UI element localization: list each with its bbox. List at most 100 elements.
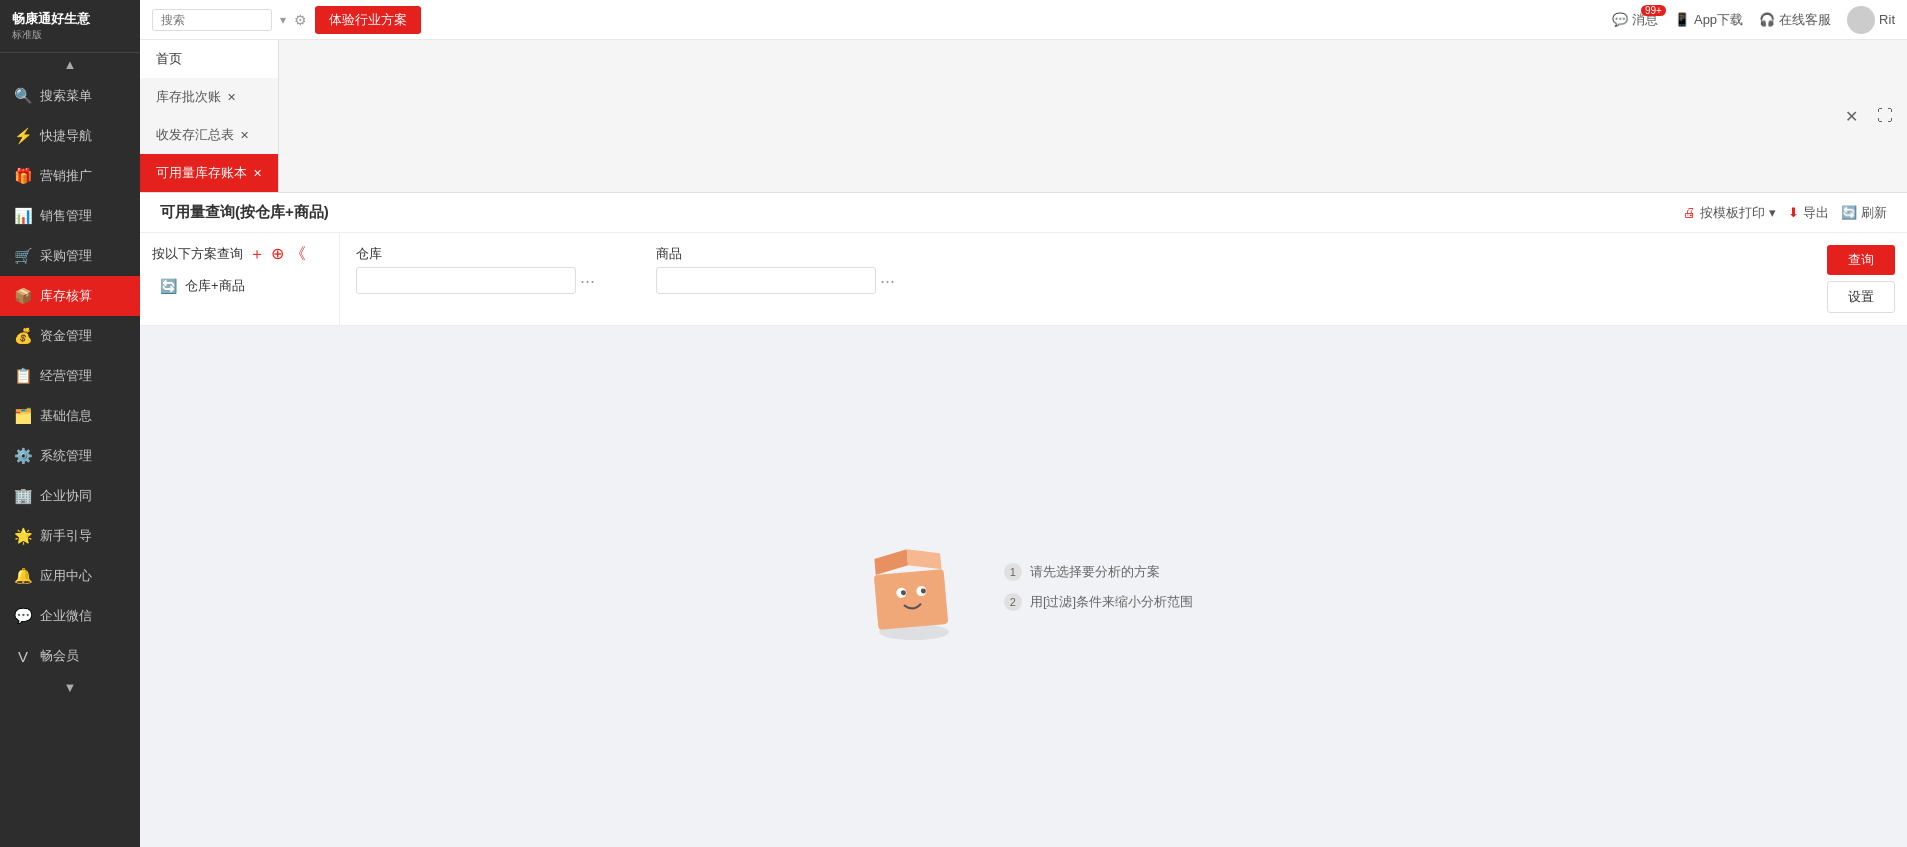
app-download-label: App下载 bbox=[1694, 11, 1743, 29]
goods-more-btn[interactable]: ··· bbox=[880, 272, 895, 290]
add-scheme-btn[interactable]: ＋ bbox=[249, 246, 265, 262]
user-avatar-area[interactable]: Rit bbox=[1847, 6, 1895, 34]
page-title: 可用量查询(按仓库+商品) bbox=[160, 203, 329, 222]
filter-actions: 查询 设置 bbox=[1815, 233, 1907, 325]
tab-available_ledger[interactable]: 可用量库存账本 ✕ bbox=[140, 154, 279, 192]
tab-close-batch_ledger[interactable]: ✕ bbox=[227, 91, 236, 104]
sidebar-item-system[interactable]: ⚙️ 系统管理 bbox=[0, 436, 140, 476]
sidebar-label-basic: 基础信息 bbox=[40, 407, 92, 425]
export-icon: ⬇ bbox=[1788, 205, 1799, 220]
topbar-search-input[interactable] bbox=[152, 9, 272, 31]
sidebar-label-purchase: 采购管理 bbox=[40, 247, 92, 265]
query-btn[interactable]: 查询 bbox=[1827, 245, 1895, 275]
tab-batch_ledger[interactable]: 库存批次账 ✕ bbox=[140, 78, 279, 116]
sidebar-item-inventory[interactable]: 📦 库存核算 bbox=[0, 276, 140, 316]
settings-btn[interactable]: 设置 bbox=[1827, 281, 1895, 313]
sidebar-item-marketing[interactable]: 🎁 营销推广 bbox=[0, 156, 140, 196]
empty-state: 1 请先选择要分析的方案 2 用[过滤]条件来缩小分析范围 bbox=[140, 326, 1907, 847]
sidebar-label-sales: 销售管理 bbox=[40, 207, 92, 225]
phone-icon: 📱 bbox=[1674, 12, 1690, 27]
tab-label-batch_ledger: 库存批次账 bbox=[156, 88, 221, 106]
tab-close-available_ledger[interactable]: ✕ bbox=[253, 167, 262, 180]
sidebar-label-wxwork: 企业微信 bbox=[40, 607, 92, 625]
sidebar-item-basic[interactable]: 🗂️ 基础信息 bbox=[0, 396, 140, 436]
sidebar-item-purchase[interactable]: 🛒 采购管理 bbox=[0, 236, 140, 276]
sidebar-icon-search: 🔍 bbox=[14, 87, 32, 105]
print-label: 按模板打印 bbox=[1700, 204, 1765, 222]
goods-input-row: ··· bbox=[656, 267, 936, 294]
close-tab-btn[interactable]: ✕ bbox=[1837, 102, 1865, 130]
goods-label: 商品 bbox=[656, 245, 936, 263]
expand-tab-btn[interactable]: ⛶ bbox=[1871, 102, 1899, 130]
app-download-btn[interactable]: 📱 App下载 bbox=[1674, 11, 1743, 29]
sidebar-item-search[interactable]: 🔍 搜索菜单 bbox=[0, 76, 140, 116]
tabs-right-actions: ✕ ⛶ bbox=[1837, 102, 1907, 130]
goods-input[interactable] bbox=[656, 267, 876, 294]
hint-text-1: 请先选择要分析的方案 bbox=[1030, 563, 1160, 581]
filter-scheme-panel: 按以下方案查询 ＋ ⊕ 《 🔄 仓库+商品 bbox=[140, 233, 340, 325]
warehouse-filter-group: 仓库 ··· bbox=[356, 245, 636, 294]
filter-scheme-label: 按以下方案查询 bbox=[152, 245, 243, 263]
tab-home[interactable]: 首页 bbox=[140, 40, 279, 78]
sidebar: 畅康通好生意 标准版 ▲ 🔍 搜索菜单 ⚡ 快捷导航 🎁 营销推广 📊 销售管理… bbox=[0, 0, 140, 847]
collapse-scheme-btn[interactable]: 《 bbox=[290, 246, 306, 262]
filter-area: 按以下方案查询 ＋ ⊕ 《 🔄 仓库+商品 仓库 ··· bbox=[140, 233, 1907, 326]
empty-hints: 1 请先选择要分析的方案 2 用[过滤]条件来缩小分析范围 bbox=[1004, 563, 1193, 611]
refresh-btn[interactable]: 🔄 刷新 bbox=[1841, 204, 1887, 222]
sidebar-item-sales[interactable]: 📊 销售管理 bbox=[0, 196, 140, 236]
export-btn[interactable]: ⬇ 导出 bbox=[1788, 204, 1829, 222]
sidebar-icon-marketing: 🎁 bbox=[14, 167, 32, 185]
export-label: 导出 bbox=[1803, 204, 1829, 222]
sidebar-item-newbie[interactable]: 🌟 新手引导 bbox=[0, 516, 140, 556]
tab-close-receive_summary[interactable]: ✕ bbox=[240, 129, 249, 142]
print-btn[interactable]: 🖨 按模板打印 ▾ bbox=[1683, 204, 1776, 222]
sidebar-icon-apps: 🔔 bbox=[14, 567, 32, 585]
empty-hint-2: 2 用[过滤]条件来缩小分析范围 bbox=[1004, 593, 1193, 611]
sidebar-icon-operation: 📋 bbox=[14, 367, 32, 385]
trial-btn[interactable]: 体验行业方案 bbox=[315, 6, 421, 34]
sidebar-icon-inventory: 📦 bbox=[14, 287, 32, 305]
warehouse-more-btn[interactable]: ··· bbox=[580, 272, 595, 290]
sidebar-label-enterprise: 企业协同 bbox=[40, 487, 92, 505]
scheme-item-icon: 🔄 bbox=[160, 278, 177, 294]
online-service-btn[interactable]: 🎧 在线客服 bbox=[1759, 11, 1831, 29]
filter-inputs: 仓库 ··· 商品 ··· bbox=[340, 233, 1815, 325]
hint-number-2: 2 bbox=[1004, 593, 1022, 611]
sidebar-item-operation[interactable]: 📋 经营管理 bbox=[0, 356, 140, 396]
goods-filter-group: 商品 ··· bbox=[656, 245, 936, 294]
message-btn[interactable]: 💬 消息 99+ bbox=[1612, 11, 1658, 29]
sidebar-label-operation: 经营管理 bbox=[40, 367, 92, 385]
sidebar-item-finance[interactable]: 💰 资金管理 bbox=[0, 316, 140, 356]
filter-scheme-header: 按以下方案查询 ＋ ⊕ 《 bbox=[152, 245, 327, 263]
sidebar-label-search: 搜索菜单 bbox=[40, 87, 92, 105]
avatar bbox=[1847, 6, 1875, 34]
empty-hint-1: 1 请先选择要分析的方案 bbox=[1004, 563, 1193, 581]
sidebar-item-apps[interactable]: 🔔 应用中心 bbox=[0, 556, 140, 596]
gear-icon[interactable]: ⚙ bbox=[294, 12, 307, 28]
scheme-settings-btn[interactable]: ⊕ bbox=[271, 246, 284, 262]
tab-receive_summary[interactable]: 收发存汇总表✕ bbox=[140, 116, 279, 154]
tab-label-available_ledger: 可用量库存账本 bbox=[156, 164, 247, 182]
sidebar-item-wxwork[interactable]: 💬 企业微信 bbox=[0, 596, 140, 636]
refresh-label: 刷新 bbox=[1861, 204, 1887, 222]
warehouse-input[interactable] bbox=[356, 267, 576, 294]
sidebar-item-enterprise[interactable]: 🏢 企业协同 bbox=[0, 476, 140, 516]
headset-icon: 🎧 bbox=[1759, 12, 1775, 27]
sidebar-icon-system: ⚙️ bbox=[14, 447, 32, 465]
chevron-down-icon[interactable]: ▾ bbox=[280, 13, 286, 27]
online-service-label: 在线客服 bbox=[1779, 11, 1831, 29]
scroll-down-btn[interactable]: ▼ bbox=[0, 676, 140, 699]
tabs-container: 首页库存批次账✕收发存汇总表✕可用量库存账本✕ bbox=[140, 40, 279, 192]
message-badge: 99+ bbox=[1641, 5, 1666, 16]
warehouse-label: 仓库 bbox=[356, 245, 636, 263]
sidebar-item-member[interactable]: V 畅会员 bbox=[0, 636, 140, 676]
tabs-bar: 首页库存批次账✕收发存汇总表✕可用量库存账本✕ ✕ ⛶ bbox=[140, 40, 1907, 193]
svg-rect-1 bbox=[874, 569, 949, 630]
empty-svg-image bbox=[854, 527, 974, 647]
scheme-item-warehouse-goods[interactable]: 🔄 仓库+商品 bbox=[152, 271, 327, 301]
message-icon: 💬 bbox=[1612, 12, 1628, 27]
sidebar-item-quicknav[interactable]: ⚡ 快捷导航 bbox=[0, 116, 140, 156]
tab-label-home: 首页 bbox=[156, 50, 182, 68]
scroll-up-btn[interactable]: ▲ bbox=[0, 53, 140, 76]
scheme-item-label: 仓库+商品 bbox=[185, 277, 245, 295]
